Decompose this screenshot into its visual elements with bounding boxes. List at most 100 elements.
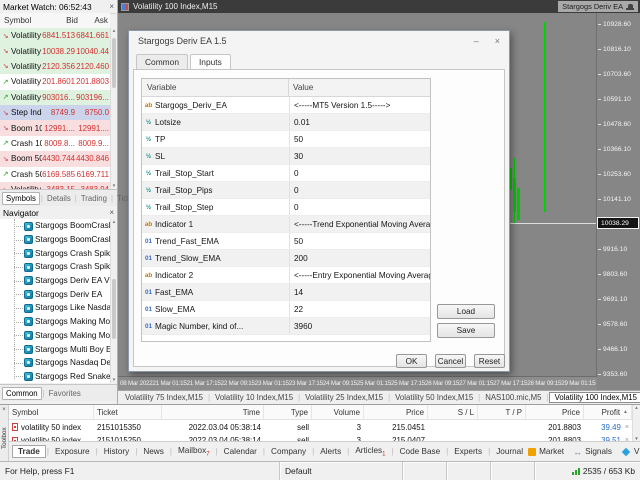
market-watch-row[interactable]: ↘Volatility 10 I...6841.5136841.661 <box>0 28 110 44</box>
input-parameter-row[interactable]: 01 Slow_EMA 22 <box>142 301 430 318</box>
market-watch-row[interactable]: ↗Crash 500 Ind...6169.5856169.711 <box>0 166 110 182</box>
input-parameter-row[interactable]: ½ SL 30 <box>142 148 430 165</box>
input-parameter-row[interactable]: ½ Trail_Stop_Start 0 <box>142 165 430 182</box>
ok-button[interactable]: OK <box>396 354 427 368</box>
parameter-value[interactable]: 0 <box>289 199 430 215</box>
cancel-button[interactable]: Cancel <box>435 354 466 368</box>
parameter-value[interactable]: 200 <box>289 250 430 266</box>
market-watch-row[interactable]: ↘Step Index 8749.9 8750.0 <box>0 104 110 121</box>
navigator-close-icon[interactable]: × <box>109 208 114 217</box>
service-signals[interactable]: ↔ Signals <box>573 447 612 456</box>
input-parameter-row[interactable]: ab Indicator 2 <-----Entry Exponential Mov… <box>142 267 430 284</box>
dialog-close-icon[interactable]: × <box>495 36 500 46</box>
toolbox-tab-alerts[interactable]: Alerts <box>315 446 346 457</box>
parameter-value[interactable]: 50 <box>289 131 430 147</box>
toolbox-close-icon[interactable]: × <box>0 405 8 414</box>
market-watch-tab-symbols[interactable]: Symbols <box>2 191 40 205</box>
toolbox-tab-experts[interactable]: Experts <box>449 446 487 457</box>
market-watch-column-headers[interactable]: Symbol Bid Ask <box>0 13 110 29</box>
toolbox-tab-news[interactable]: News <box>138 446 168 457</box>
toolbox-tab-exposure[interactable]: Exposure <box>50 446 95 457</box>
toolbox-tab-history[interactable]: History <box>99 446 134 457</box>
toolbox-tab-trade[interactable]: Trade <box>12 445 46 458</box>
parameter-value[interactable]: 30 <box>289 148 430 164</box>
input-parameter-row[interactable]: ½ TP 50 <box>142 131 430 148</box>
navigator-item[interactable]: Stargogs Deriv EA V2 <box>0 274 110 288</box>
input-parameter-row[interactable]: ab Indicator 1 <-----Trend Exponential Mov… <box>142 216 430 233</box>
column-sl[interactable]: S / L <box>428 405 478 419</box>
market-watch-scrollbar[interactable]: ▲ ▼ <box>110 28 117 189</box>
navigator-item[interactable]: Stargogs Red Snake EA V1. <box>0 370 110 383</box>
dialog-minimize-icon[interactable]: – <box>474 36 479 46</box>
price-axis[interactable]: 10038.29 10928.60 10816.10 10703.60 10591.1… <box>596 13 640 378</box>
save-button[interactable]: Save <box>437 323 495 338</box>
trade-table-scrollbar[interactable]: ▲ ▼ <box>632 405 640 441</box>
navigator-item[interactable]: Stargogs BoomCrash Buy V <box>0 219 110 233</box>
input-parameter-row[interactable]: 01 Fast_EMA 14 <box>142 284 430 301</box>
toolbox-tab-company[interactable]: Company <box>266 446 311 457</box>
column-value[interactable]: Value <box>289 83 430 92</box>
input-parameter-row[interactable]: 01 Trend_Slow_EMA 200 <box>142 250 430 267</box>
column-bid[interactable]: Bid <box>44 16 78 25</box>
navigator-tab-favorites[interactable]: Favorites <box>46 388 84 399</box>
column-time[interactable]: Time <box>162 405 264 419</box>
dialog-title-bar[interactable]: Stargogs Deriv EA 1.5 – × <box>129 31 509 51</box>
chart-tab[interactable]: Volatility 100 Index,M15 <box>548 392 640 403</box>
chart-tab[interactable]: Volatility 50 Index,M15 <box>390 393 478 402</box>
column-symbol[interactable]: Symbol <box>9 405 94 419</box>
scroll-thumb[interactable] <box>112 38 116 88</box>
scroll-up-icon[interactable]: ▲ <box>111 28 117 34</box>
parameter-value[interactable]: 50 <box>289 233 430 249</box>
input-parameter-row[interactable]: ½ Trail_Stop_Pips 0 <box>142 182 430 199</box>
column-profit[interactable]: Profit ▲ <box>584 405 632 419</box>
market-watch-tab-details[interactable]: Details <box>44 193 74 204</box>
navigator-item[interactable]: Stargogs Multi Boy EA <box>0 342 110 356</box>
input-parameter-row[interactable]: 01 Trend_Fast_EMA 50 <box>142 233 430 250</box>
column-type[interactable]: Type <box>264 405 312 419</box>
market-watch-row[interactable]: ↘Boom 500 In...4430.7444430.846 <box>0 151 110 167</box>
column-price[interactable]: Price <box>526 405 584 419</box>
parameter-value[interactable]: 0.01 <box>289 114 430 130</box>
service-market[interactable]: Market <box>528 447 564 456</box>
dialog-tab-common[interactable]: Common <box>136 54 188 69</box>
close-position-icon[interactable]: × <box>625 434 629 441</box>
market-watch-row[interactable]: ↗Volatility 50 I...201.8601201.8803 <box>0 74 110 90</box>
navigator-item[interactable]: Stargogs Deriv EA <box>0 287 110 301</box>
toolbox-tab-calendar[interactable]: Calendar <box>219 446 262 457</box>
market-watch-row[interactable]: ↘Boom 1000 I...12991....12991.... <box>0 120 110 136</box>
parameter-value[interactable]: 14 <box>289 284 430 300</box>
close-position-icon[interactable]: × <box>625 424 629 431</box>
parameter-value[interactable]: 0 <box>289 182 430 198</box>
navigator-scrollbar[interactable]: ▲ ▼ <box>110 219 117 383</box>
market-watch-row[interactable]: ↘Volatility ...3483.153483.94 <box>0 181 110 189</box>
scroll-up-icon[interactable]: ▲ <box>111 219 117 225</box>
chart-tab[interactable]: Volatility 10 Index,M15 <box>210 393 298 402</box>
chart-tab[interactable]: Volatility 75 Index,M15 <box>120 393 208 402</box>
parameter-value[interactable]: 22 <box>289 301 430 317</box>
column-variable[interactable]: Variable <box>142 79 289 96</box>
parameter-value[interactable]: <-----Entry Exponential Moving Average--… <box>289 267 430 283</box>
column-symbol[interactable]: Symbol <box>0 16 44 25</box>
market-watch-row[interactable]: ↗Volatility 75 I...903016...903196... <box>0 89 110 105</box>
chart-tab[interactable]: NAS100.mic,M5 <box>480 393 546 402</box>
column-price[interactable]: Price <box>364 405 428 419</box>
column-ask[interactable]: Ask <box>78 16 110 25</box>
navigator-item[interactable]: Stargogs Making Moves EA <box>0 315 110 329</box>
dialog-tab-inputs[interactable]: Inputs <box>189 54 231 69</box>
navigator-item[interactable]: Stargogs BoomCrash Sell V <box>0 233 110 247</box>
parameter-value[interactable]: <-----MT5 Version 1.5-----> <box>289 97 430 113</box>
scroll-thumb[interactable] <box>112 279 116 339</box>
position-row[interactable]: volatility 50 index 2151015250 2022.03.04 … <box>9 434 632 441</box>
toolbox-tab-journal[interactable]: Journal <box>491 446 528 457</box>
parameter-value[interactable]: 3960 <box>289 318 430 334</box>
parameter-value[interactable]: 0 <box>289 165 430 181</box>
toolbox-tab-mailbox[interactable]: Mailbox7 <box>173 445 215 459</box>
load-button[interactable]: Load <box>437 304 495 319</box>
scroll-down-icon[interactable]: ▼ <box>111 377 117 383</box>
navigator-item[interactable]: Stargogs Crash Spike Catch <box>0 260 110 274</box>
toolbox-tab-articles[interactable]: Articles1 <box>350 445 390 459</box>
navigator-item[interactable]: Stargogs Nasdaq Demon E <box>0 356 110 370</box>
input-parameter-row[interactable]: 01 Magic Number, kind of... 3960 <box>142 318 430 335</box>
market-watch-row[interactable]: ↘Volatility 100 ...10038.2910040.44 <box>0 43 110 59</box>
navigator-tab-common[interactable]: Common <box>2 386 42 400</box>
